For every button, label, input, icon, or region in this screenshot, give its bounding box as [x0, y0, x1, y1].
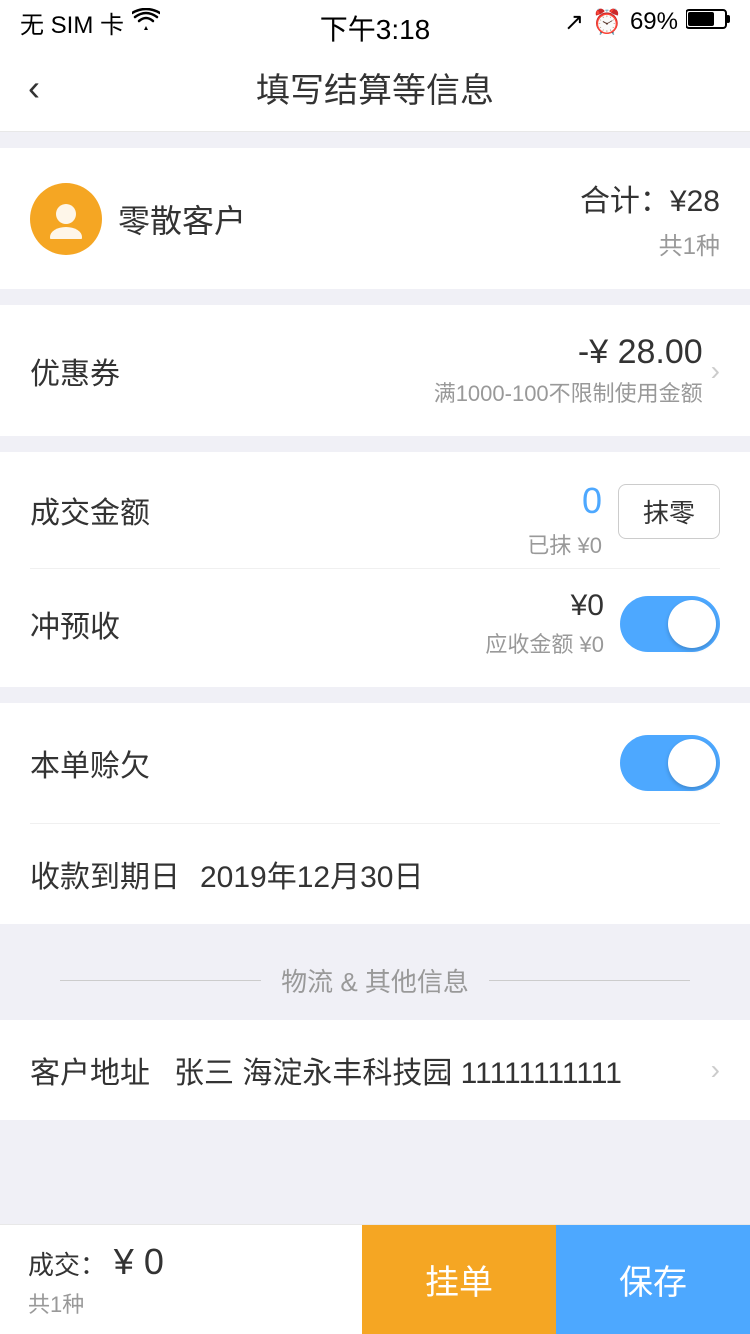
- customer-row: 零散客户 合计：¥28 共1种: [0, 148, 750, 289]
- chevron-right-icon: ›: [711, 355, 720, 387]
- toggle-knob: [668, 600, 716, 648]
- battery-label: 69%: [630, 8, 678, 36]
- customer-avatar: [30, 183, 102, 255]
- hang-button[interactable]: 挂单: [362, 1225, 556, 1334]
- battery-icon: [686, 8, 730, 37]
- carrier-label: 无 SIM 卡: [20, 5, 124, 40]
- coupon-section: 优惠券 -¥ 28.00 满1000-100不限制使用金额 ›: [0, 305, 750, 436]
- back-button[interactable]: ‹: [28, 67, 40, 109]
- status-right: ↗ ⏰ 69%: [564, 8, 730, 37]
- coupon-value-wrap: -¥ 28.00 满1000-100不限制使用金额: [434, 333, 703, 408]
- bottom-bar: 成交： ¥ 0 共1种 挂单 保存: [0, 1224, 750, 1334]
- customer-section: 零散客户 合计：¥28 共1种: [0, 148, 750, 289]
- deal-value: 0: [527, 480, 602, 522]
- prepay-right: ¥0 应收金额 ¥0: [485, 589, 720, 659]
- bottom-deal-amount: ¥ 0: [114, 1241, 164, 1282]
- wifi-icon: [132, 8, 160, 37]
- save-button[interactable]: 保存: [556, 1225, 750, 1334]
- prepay-toggle[interactable]: [620, 596, 720, 652]
- debt-label: 本单赊欠: [30, 741, 150, 785]
- debt-toggle[interactable]: [620, 735, 720, 791]
- alarm-icon: ⏰: [592, 8, 622, 37]
- bottom-deal-row: 成交： ¥ 0: [28, 1241, 334, 1283]
- address-chevron-icon: ›: [711, 1054, 720, 1086]
- bottom-deal-label: 成交：: [28, 1250, 106, 1280]
- deal-right: 0 已抹 ¥0 抹零: [527, 480, 720, 560]
- address-label: 客户地址: [30, 1048, 150, 1092]
- status-left: 无 SIM 卡: [20, 5, 160, 40]
- coupon-discount: -¥ 28.00: [434, 333, 703, 372]
- coupon-desc: 满1000-100不限制使用金额: [434, 376, 703, 408]
- location-icon: ↗: [564, 8, 584, 37]
- deal-section: 成交金额 0 已抹 ¥0 抹零 冲预收 ¥0 应收金额 ¥0: [0, 452, 750, 687]
- duedate-label: 收款到期日: [30, 852, 180, 896]
- debt-section: 本单赊欠 收款到期日 2019年12月30日: [0, 703, 750, 924]
- coupon-right: -¥ 28.00 满1000-100不限制使用金额 ›: [434, 333, 720, 408]
- coupon-row[interactable]: 优惠券 -¥ 28.00 满1000-100不限制使用金额 ›: [0, 305, 750, 436]
- deal-row: 成交金额 0 已抹 ¥0 抹零: [0, 452, 750, 568]
- debt-toggle-knob: [668, 739, 716, 787]
- logistics-title: 物流 & 其他信息: [261, 962, 489, 999]
- status-time: 下午3:18: [320, 8, 431, 48]
- prepay-receivable: 应收金额 ¥0: [485, 627, 604, 659]
- customer-count: 共1种: [580, 226, 720, 261]
- address-row[interactable]: 客户地址 张三 海淀永丰科技园 11111111111 ›: [0, 1020, 750, 1120]
- bottom-count: 共1种: [28, 1287, 334, 1319]
- duedate-value: 2019年12月30日: [200, 852, 423, 896]
- content-area: 零散客户 合计：¥28 共1种 优惠券 -¥ 28.00 满1000-100不限…: [0, 148, 750, 1256]
- prepay-amount-wrap: ¥0 应收金额 ¥0: [485, 589, 604, 659]
- deal-amount: 0 已抹 ¥0: [527, 480, 602, 560]
- prepay-value: ¥0: [485, 589, 604, 623]
- coupon-label: 优惠券: [30, 349, 120, 393]
- nav-bar: ‹ 填写结算等信息: [0, 44, 750, 132]
- address-value: 张三 海淀永丰科技园 11111111111: [174, 1048, 711, 1092]
- deal-subtotal: 已抹 ¥0: [527, 528, 602, 560]
- round-zero-button[interactable]: 抹零: [618, 484, 720, 539]
- address-section: 客户地址 张三 海淀永丰科技园 11111111111 ›: [0, 1020, 750, 1120]
- deal-label: 成交金额: [30, 480, 150, 532]
- customer-total: 合计：¥28: [580, 176, 720, 220]
- customer-right: 合计：¥28 共1种: [580, 176, 720, 261]
- debt-row: 本单赊欠: [0, 703, 750, 823]
- prepay-label: 冲预收: [30, 602, 120, 646]
- nav-title: 填写结算等信息: [256, 63, 494, 112]
- duedate-row: 收款到期日 2019年12月30日: [0, 824, 750, 924]
- customer-name: 零散客户: [118, 196, 246, 242]
- logistics-header: 物流 & 其他信息: [0, 940, 750, 1020]
- prepay-row: 冲预收 ¥0 应收金额 ¥0: [0, 569, 750, 687]
- customer-left: 零散客户: [30, 183, 246, 255]
- bottom-summary: 成交： ¥ 0 共1种: [0, 1241, 362, 1319]
- status-bar: 无 SIM 卡 下午3:18 ↗ ⏰ 69%: [0, 0, 750, 44]
